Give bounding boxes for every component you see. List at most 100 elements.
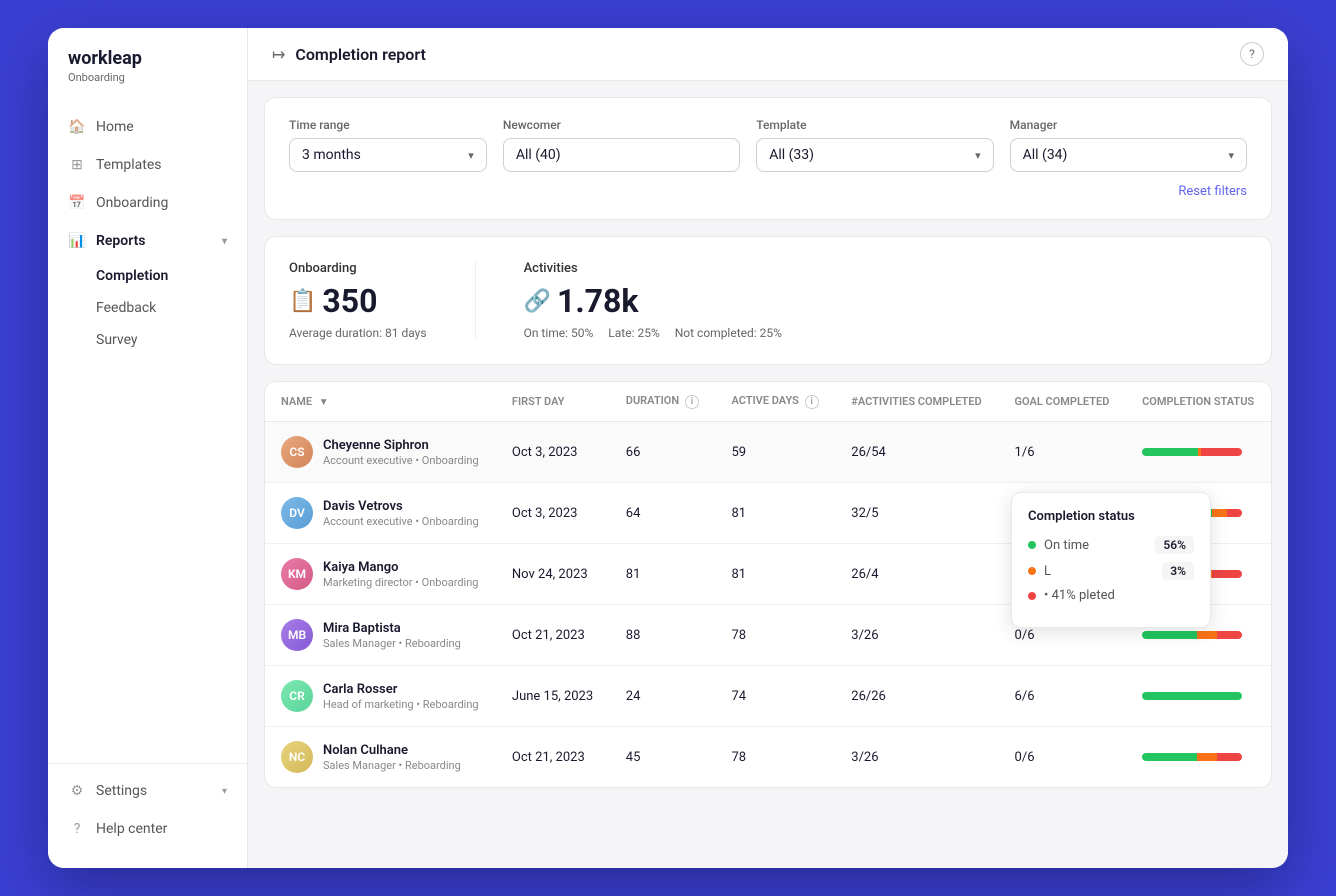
progress-orange bbox=[1197, 631, 1217, 639]
progress-red bbox=[1217, 753, 1242, 761]
user-cell: NC Nolan Culhane Sales Manager • Reboard… bbox=[281, 741, 480, 773]
progress-red bbox=[1212, 570, 1242, 578]
cell-first-day: Oct 3, 2023 bbox=[496, 483, 610, 544]
table-row[interactable]: NC Nolan Culhane Sales Manager • Reboard… bbox=[265, 727, 1271, 788]
dot-green bbox=[1028, 541, 1036, 549]
stat-activities: Activities 🔗 1.78k On time: 50% Late: 25… bbox=[524, 261, 794, 340]
table-row[interactable]: CR Carla Rosser Head of marketing • Rebo… bbox=[265, 666, 1271, 727]
sort-icon: ▼ bbox=[319, 397, 329, 408]
cell-goal-completed: 0/6 bbox=[999, 727, 1127, 788]
cell-active-days: 74 bbox=[715, 666, 835, 727]
progress-orange bbox=[1197, 753, 1217, 761]
user-name: Mira Baptista bbox=[323, 621, 461, 636]
page-title: Completion report bbox=[295, 45, 425, 64]
subnav-feedback[interactable]: Feedback bbox=[96, 292, 247, 324]
not-completed-stat: Not completed: 25% bbox=[675, 326, 782, 340]
reports-chevron: ▾ bbox=[222, 236, 227, 247]
cell-first-day: Oct 21, 2023 bbox=[496, 605, 610, 666]
stat-onboarding: Onboarding 📋 350 Average duration: 81 da… bbox=[289, 261, 427, 340]
sidebar-item-home[interactable]: 🏠 Home bbox=[48, 108, 247, 146]
subnav-survey[interactable]: Survey bbox=[96, 324, 247, 356]
template-label: Template bbox=[756, 118, 993, 132]
template-select[interactable]: All (33) ▾ bbox=[756, 138, 993, 172]
avatar: KM bbox=[281, 558, 313, 590]
header-help-button[interactable]: ? bbox=[1240, 42, 1264, 66]
progress-bar bbox=[1142, 692, 1242, 700]
page-title-area: ↦ Completion report bbox=[272, 45, 426, 64]
filter-template: Template All (33) ▾ bbox=[756, 118, 993, 172]
col-activities-completed: #ACTIVITIES COMPLETED bbox=[835, 382, 998, 422]
sidebar-item-help[interactable]: ? Help center bbox=[48, 810, 247, 848]
progress-red bbox=[1227, 509, 1242, 517]
filter-manager: Manager All (34) ▾ bbox=[1010, 118, 1247, 172]
completion-status-tooltip: Completion status On time 56% L 3% • 41%… bbox=[1011, 492, 1211, 628]
user-role: Account executive • Onboarding bbox=[323, 454, 479, 467]
sidebar-item-settings-label: Settings bbox=[96, 783, 147, 799]
sidebar-item-templates[interactable]: ⊞ Templates bbox=[48, 146, 247, 184]
progress-green bbox=[1142, 448, 1198, 456]
newcomer-select[interactable]: All (40) bbox=[503, 138, 740, 172]
user-name: Cheyenne Siphron bbox=[323, 438, 479, 453]
active-days-info-icon: i bbox=[805, 395, 819, 409]
cell-name: CR Carla Rosser Head of marketing • Rebo… bbox=[265, 666, 496, 727]
avatar: NC bbox=[281, 741, 313, 773]
newcomer-value: All (40) bbox=[516, 147, 727, 163]
onboarding-number: 350 bbox=[322, 282, 377, 320]
reset-filters-link[interactable]: Reset filters bbox=[1178, 184, 1247, 199]
template-value: All (33) bbox=[769, 147, 967, 163]
user-cell: DV Davis Vetrovs Account executive • Onb… bbox=[281, 497, 480, 529]
tooltip-row-late: L 3% bbox=[1028, 562, 1194, 580]
manager-select[interactable]: All (34) ▾ bbox=[1010, 138, 1247, 172]
user-info: Cheyenne Siphron Account executive • Onb… bbox=[323, 438, 479, 467]
sidebar-item-reports[interactable]: 📊 Reports ▾ bbox=[48, 222, 247, 260]
tooltip-title: Completion status bbox=[1028, 509, 1194, 524]
activities-label: Activities bbox=[524, 261, 794, 276]
logo-sub: Onboarding bbox=[68, 71, 227, 84]
cell-duration: 45 bbox=[610, 727, 716, 788]
sidebar-item-onboarding[interactable]: 📅 Onboarding bbox=[48, 184, 247, 222]
dot-red bbox=[1028, 592, 1036, 600]
user-info: Kaiya Mango Marketing director • Onboard… bbox=[323, 560, 478, 589]
table-header: NAME ▼ FIRST DAY DURATION i ACTIVE DAYS … bbox=[265, 382, 1271, 422]
on-time-stat: On time: 50% bbox=[524, 326, 594, 340]
onboarding-value: 📋 350 bbox=[289, 282, 427, 320]
activities-number: 1.78k bbox=[557, 282, 638, 320]
cell-first-day: Oct 21, 2023 bbox=[496, 727, 610, 788]
cell-active-days: 81 bbox=[715, 483, 835, 544]
avatar: DV bbox=[281, 497, 313, 529]
onboarding-label: Onboarding bbox=[289, 261, 427, 276]
cell-activities-completed: 26/4 bbox=[835, 544, 998, 605]
activities-sub: On time: 50% Late: 25% Not completed: 25… bbox=[524, 326, 794, 340]
logo-area: workleap Onboarding bbox=[48, 48, 247, 108]
main-content: ↦ Completion report ? Time range 3 month… bbox=[248, 28, 1288, 868]
activities-value: 🔗 1.78k bbox=[524, 282, 794, 320]
cell-goal-completed: 6/6 bbox=[999, 666, 1127, 727]
subnav-completion[interactable]: Completion bbox=[96, 260, 247, 292]
cell-name: CS Cheyenne Siphron Account executive • … bbox=[265, 422, 496, 483]
time-range-select[interactable]: 3 months ▾ bbox=[289, 138, 487, 172]
cell-first-day: Oct 3, 2023 bbox=[496, 422, 610, 483]
col-duration: DURATION i bbox=[610, 382, 716, 422]
cell-first-day: Nov 24, 2023 bbox=[496, 544, 610, 605]
page-title-icon: ↦ bbox=[272, 45, 285, 64]
user-cell: MB Mira Baptista Sales Manager • Reboard… bbox=[281, 619, 480, 651]
cell-name: MB Mira Baptista Sales Manager • Reboard… bbox=[265, 605, 496, 666]
newcomer-label: Newcomer bbox=[503, 118, 740, 132]
user-role: Account executive • Onboarding bbox=[323, 515, 479, 528]
cell-duration: 66 bbox=[610, 422, 716, 483]
cell-duration: 88 bbox=[610, 605, 716, 666]
cell-name: DV Davis Vetrovs Account executive • Onb… bbox=[265, 483, 496, 544]
cell-completion-status bbox=[1126, 727, 1271, 788]
cell-activities-completed: 26/26 bbox=[835, 666, 998, 727]
progress-green bbox=[1142, 692, 1242, 700]
col-name: NAME ▼ bbox=[265, 382, 496, 422]
sidebar-item-reports-label: Reports bbox=[96, 233, 146, 249]
user-cell: CS Cheyenne Siphron Account executive • … bbox=[281, 436, 480, 468]
cell-active-days: 78 bbox=[715, 727, 835, 788]
filters-row: Time range 3 months ▾ Newcomer All (40) … bbox=[289, 118, 1247, 172]
user-name: Kaiya Mango bbox=[323, 560, 478, 575]
top-header: ↦ Completion report ? bbox=[248, 28, 1288, 81]
nav-divider bbox=[48, 763, 247, 764]
table-row[interactable]: CS Cheyenne Siphron Account executive • … bbox=[265, 422, 1271, 483]
sidebar-item-settings[interactable]: ⚙ Settings ▾ bbox=[48, 772, 247, 810]
